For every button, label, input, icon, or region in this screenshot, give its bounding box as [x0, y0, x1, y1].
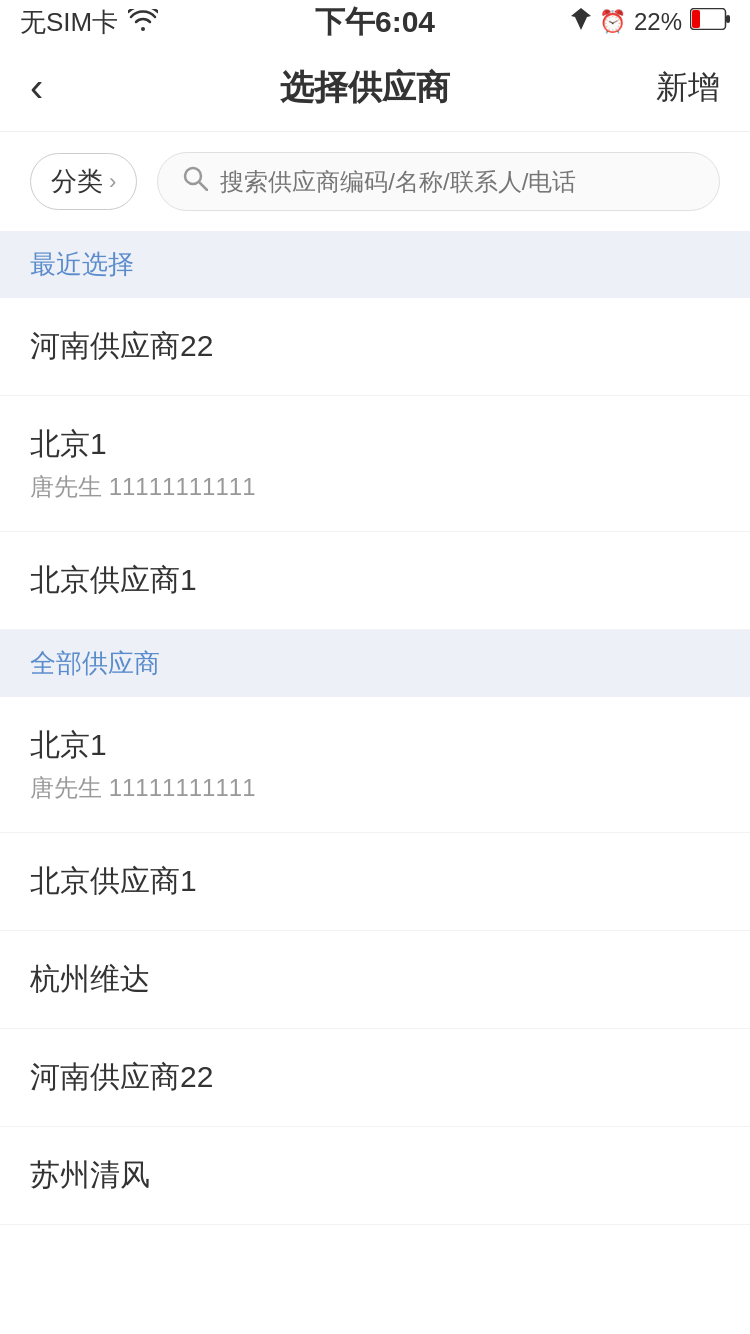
- item-name: 北京1: [30, 424, 720, 465]
- wifi-icon: [128, 7, 158, 38]
- list-item[interactable]: 杭州维达: [0, 931, 750, 1029]
- list-item[interactable]: 北京1 唐先生 11111111111: [0, 697, 750, 833]
- item-name: 北京供应商1: [30, 861, 720, 902]
- search-icon: [182, 165, 208, 198]
- nav-bar: ‹ 选择供应商 新增: [0, 44, 750, 132]
- alarm-icon: ⏰: [599, 9, 626, 35]
- battery-text: 22%: [634, 8, 682, 36]
- list-item[interactable]: 北京供应商1: [0, 532, 750, 630]
- item-contact: 唐先生 11111111111: [30, 772, 720, 804]
- location-icon: [571, 8, 591, 36]
- status-time: 下午6:04: [315, 2, 435, 43]
- back-button[interactable]: ‹: [30, 65, 90, 110]
- battery-icon: [690, 8, 730, 36]
- svg-rect-2: [692, 10, 700, 28]
- recent-section-header: 最近选择: [0, 231, 750, 298]
- item-name: 河南供应商22: [30, 326, 720, 367]
- all-items-list: 北京1 唐先生 11111111111 北京供应商1 杭州维达河南供应商22 苏州清风: [0, 697, 750, 1225]
- svg-rect-1: [726, 15, 730, 23]
- list-item[interactable]: 北京1 唐先生 11111111111: [0, 396, 750, 532]
- category-filter-button[interactable]: 分类 ›: [30, 153, 137, 210]
- carrier-text: 无SIM卡: [20, 5, 118, 40]
- status-left: 无SIM卡: [20, 5, 158, 40]
- filter-bar: 分类 ›: [0, 132, 750, 231]
- list-item[interactable]: 河南供应商22: [0, 1029, 750, 1127]
- item-contact: 唐先生 11111111111: [30, 471, 720, 503]
- recent-items-list: 河南供应商22 北京1 唐先生 11111111111 北京供应商1: [0, 298, 750, 630]
- item-name: 北京供应商1: [30, 560, 720, 601]
- list-item[interactable]: 河南供应商22: [0, 298, 750, 396]
- item-name: 北京1: [30, 725, 720, 766]
- status-right: ⏰ 22%: [571, 8, 730, 36]
- list-item[interactable]: 北京供应商1: [0, 833, 750, 931]
- add-button[interactable]: 新增: [640, 66, 720, 110]
- svg-line-4: [199, 182, 207, 190]
- search-input[interactable]: [220, 168, 695, 196]
- item-name: 杭州维达: [30, 959, 720, 1000]
- all-section-header: 全部供应商: [0, 630, 750, 697]
- category-label: 分类: [51, 164, 103, 199]
- item-name: 河南供应商22: [30, 1057, 720, 1098]
- search-box: [157, 152, 720, 211]
- chevron-right-icon: ›: [109, 169, 116, 195]
- page-title: 选择供应商: [280, 65, 450, 111]
- status-bar: 无SIM卡 下午6:04 ⏰ 22%: [0, 0, 750, 44]
- item-name: 苏州清风: [30, 1155, 720, 1196]
- list-item[interactable]: 苏州清风: [0, 1127, 750, 1225]
